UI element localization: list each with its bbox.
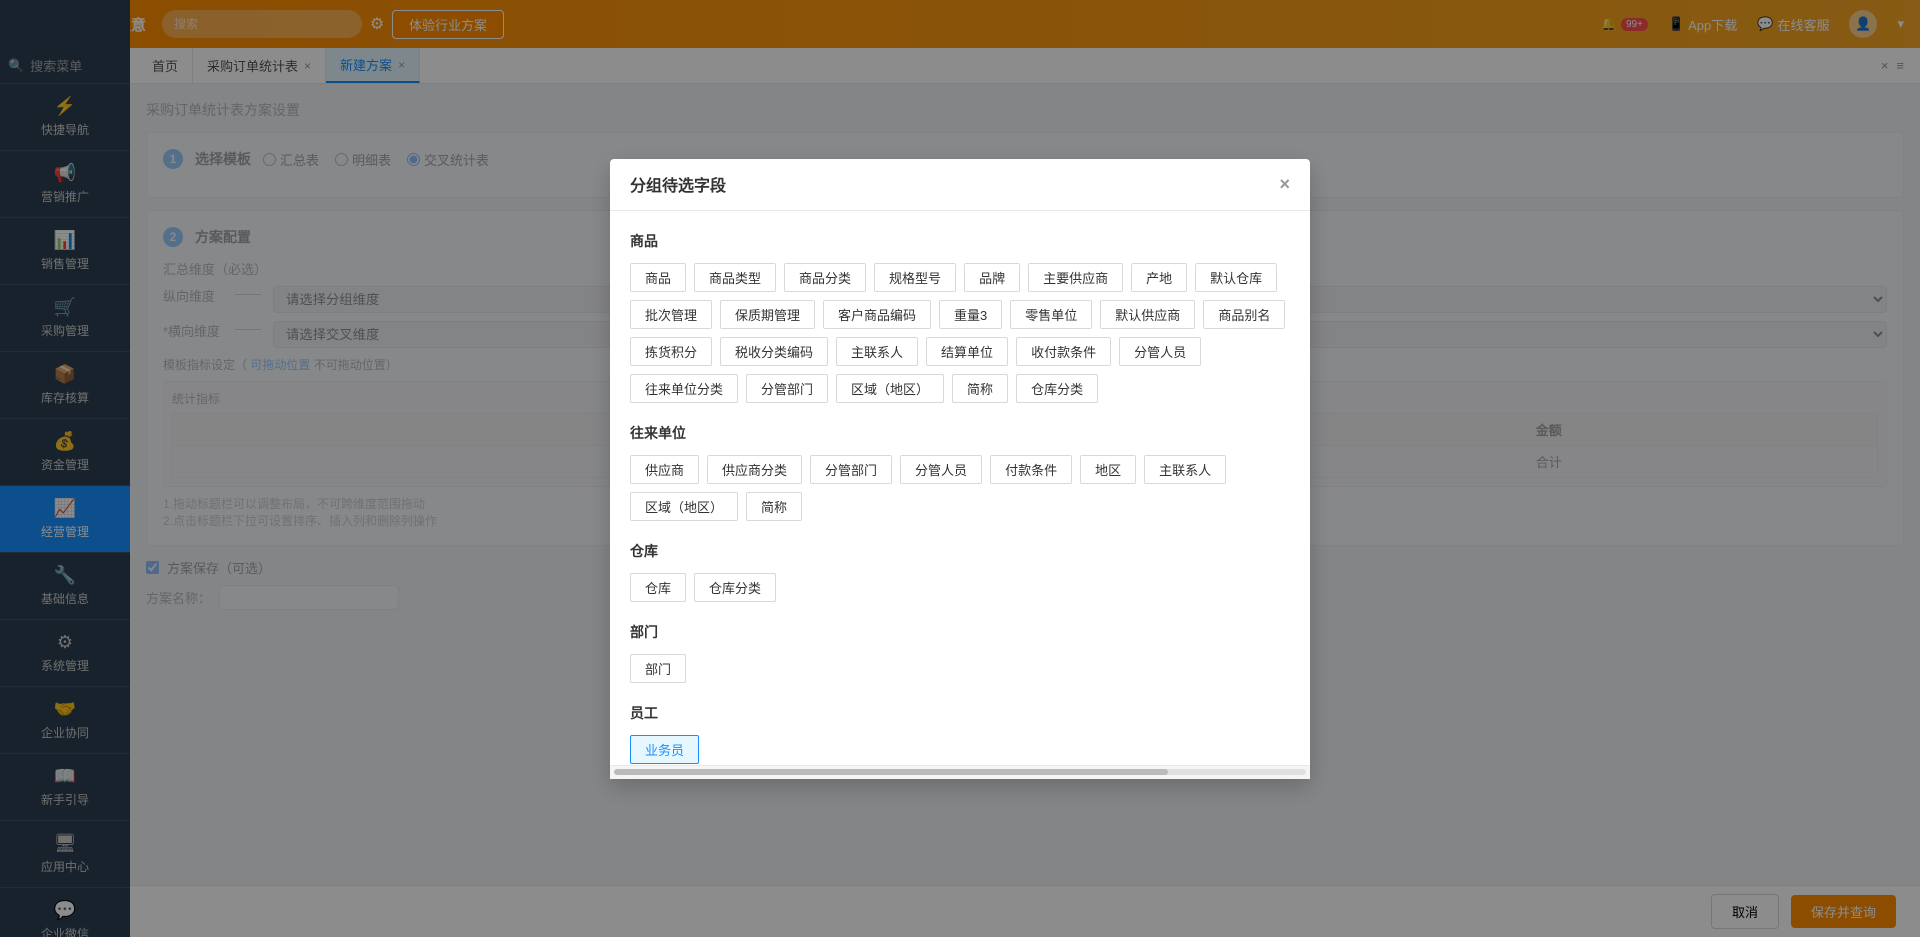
- field-tag[interactable]: 区域（地区）: [836, 374, 944, 403]
- field-tag[interactable]: 供应商: [630, 455, 699, 484]
- modal-body: 商品 商品 商品类型 商品分类 规格型号 品牌 主要供应商 产地 默认仓库 批次…: [610, 211, 1310, 766]
- field-tag[interactable]: 品牌: [964, 263, 1020, 292]
- modal-header: 分组待选字段 ×: [610, 159, 1310, 211]
- field-tag[interactable]: 分管部门: [810, 455, 892, 484]
- employee-fields: 业务员: [630, 735, 1290, 764]
- section-partner-title: 往来单位: [630, 423, 1290, 443]
- field-tag[interactable]: 默认供应商: [1100, 300, 1195, 329]
- section-product-title: 商品: [630, 231, 1290, 251]
- dept-fields: 部门: [630, 654, 1290, 683]
- field-tag[interactable]: 零售单位: [1010, 300, 1092, 329]
- section-warehouse: 仓库 仓库 仓库分类: [630, 541, 1290, 602]
- field-tag[interactable]: 产地: [1131, 263, 1187, 292]
- field-tag[interactable]: 默认仓库: [1195, 263, 1277, 292]
- field-tag[interactable]: 分管人员: [1119, 337, 1201, 366]
- field-tag[interactable]: 主联系人: [1144, 455, 1226, 484]
- field-tag[interactable]: 区域（地区）: [630, 492, 738, 521]
- field-tag-salesperson[interactable]: 业务员: [630, 735, 699, 764]
- field-tag[interactable]: 分管人员: [900, 455, 982, 484]
- field-tag[interactable]: 批次管理: [630, 300, 712, 329]
- field-tag[interactable]: 规格型号: [874, 263, 956, 292]
- field-tag[interactable]: 部门: [630, 654, 686, 683]
- field-tag[interactable]: 仓库分类: [694, 573, 776, 602]
- field-tag[interactable]: 分管部门: [746, 374, 828, 403]
- field-tag[interactable]: 仓库分类: [1016, 374, 1098, 403]
- field-tag[interactable]: 商品: [630, 263, 686, 292]
- field-tag[interactable]: 保质期管理: [720, 300, 815, 329]
- field-tag[interactable]: 地区: [1080, 455, 1136, 484]
- field-tag[interactable]: 往来单位分类: [630, 374, 738, 403]
- section-employee: 员工 业务员: [630, 703, 1290, 764]
- field-tag[interactable]: 税收分类编码: [720, 337, 828, 366]
- field-tag[interactable]: 商品类型: [694, 263, 776, 292]
- partner-fields: 供应商 供应商分类 分管部门 分管人员 付款条件 地区 主联系人 区域（地区） …: [630, 455, 1290, 521]
- field-tag[interactable]: 结算单位: [926, 337, 1008, 366]
- modal-overlay: 分组待选字段 × 商品 商品 商品类型 商品分类 规格型号 品牌 主要供应商 产…: [0, 0, 1920, 937]
- section-warehouse-title: 仓库: [630, 541, 1290, 561]
- modal-title: 分组待选字段: [630, 172, 726, 196]
- field-tag[interactable]: 客户商品编码: [823, 300, 931, 329]
- section-employee-title: 员工: [630, 703, 1290, 723]
- modal-close-btn[interactable]: ×: [1279, 174, 1290, 195]
- field-tag[interactable]: 仓库: [630, 573, 686, 602]
- section-partner: 往来单位 供应商 供应商分类 分管部门 分管人员 付款条件 地区 主联系人 区域…: [630, 423, 1290, 521]
- field-tag[interactable]: 简称: [952, 374, 1008, 403]
- field-tag[interactable]: 商品分类: [784, 263, 866, 292]
- warehouse-fields: 仓库 仓库分类: [630, 573, 1290, 602]
- field-tag[interactable]: 商品别名: [1203, 300, 1285, 329]
- field-tag[interactable]: 收付款条件: [1016, 337, 1111, 366]
- field-tag[interactable]: 重量3: [939, 300, 1002, 329]
- field-tag[interactable]: 简称: [746, 492, 802, 521]
- field-tag[interactable]: 付款条件: [990, 455, 1072, 484]
- product-fields: 商品 商品类型 商品分类 规格型号 品牌 主要供应商 产地 默认仓库 批次管理 …: [630, 263, 1290, 403]
- modal-dialog: 分组待选字段 × 商品 商品 商品类型 商品分类 规格型号 品牌 主要供应商 产…: [610, 159, 1310, 779]
- section-product: 商品 商品 商品类型 商品分类 规格型号 品牌 主要供应商 产地 默认仓库 批次…: [630, 231, 1290, 403]
- field-tag[interactable]: 主联系人: [836, 337, 918, 366]
- section-dept-title: 部门: [630, 622, 1290, 642]
- modal-hscrollbar[interactable]: [610, 765, 1310, 778]
- field-tag[interactable]: 主要供应商: [1028, 263, 1123, 292]
- field-tag[interactable]: 拣货积分: [630, 337, 712, 366]
- field-tag[interactable]: 供应商分类: [707, 455, 802, 484]
- section-dept: 部门 部门: [630, 622, 1290, 683]
